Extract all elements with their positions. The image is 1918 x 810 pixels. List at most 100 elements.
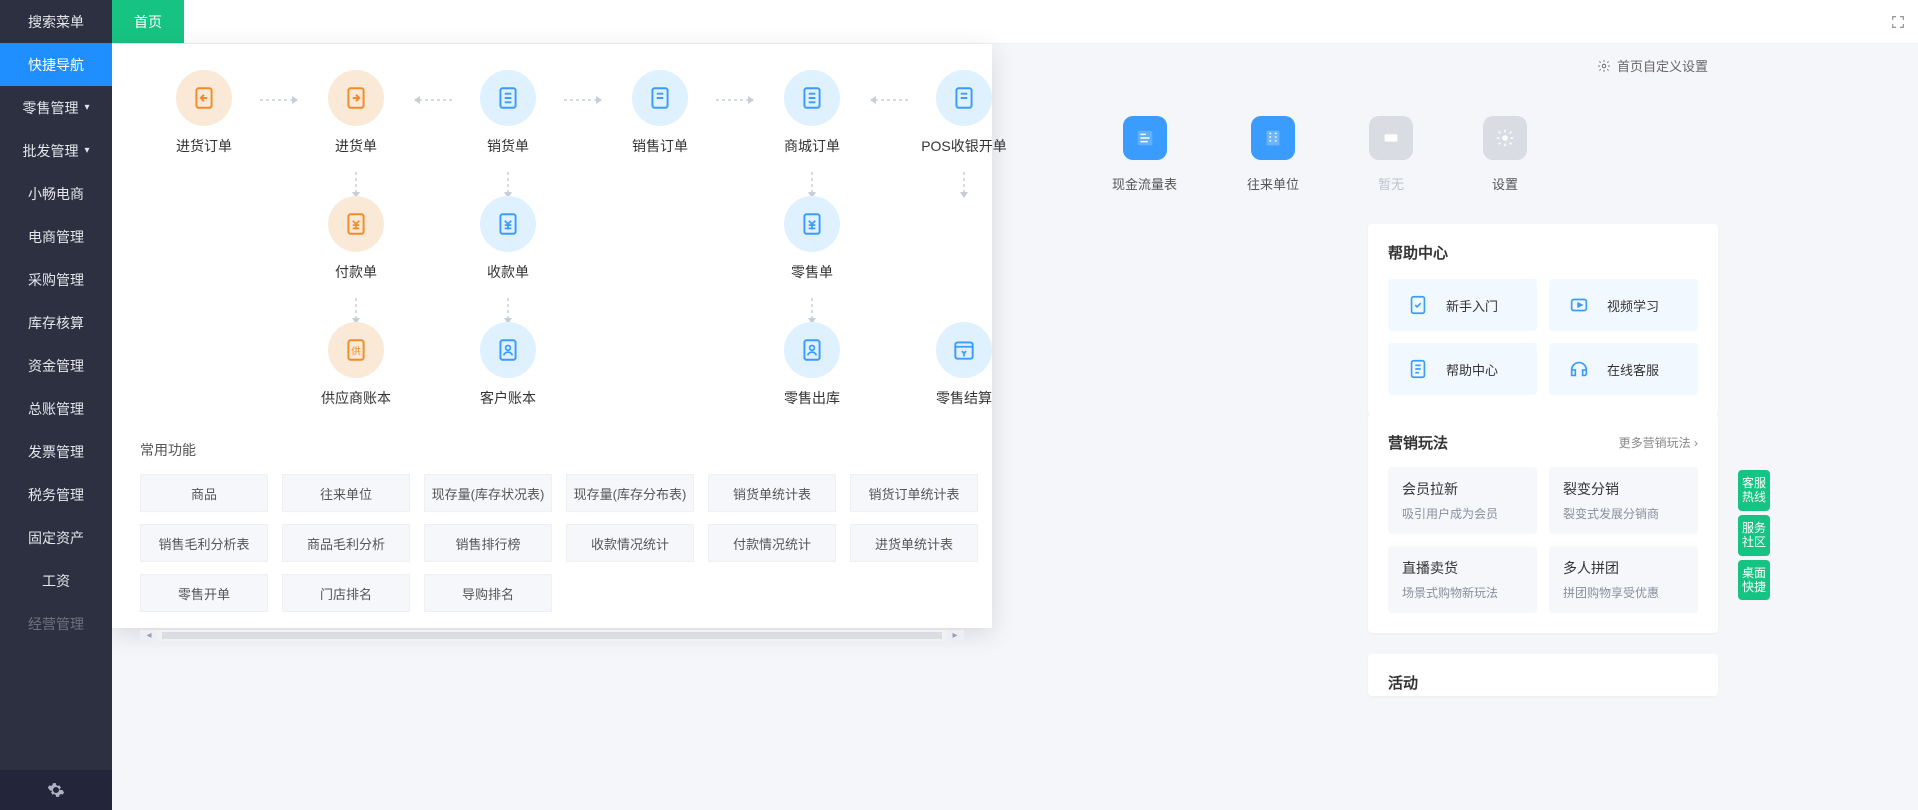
flow-label: 客户账本 [480, 388, 536, 408]
caret-down-icon: ▾ [84, 102, 89, 113]
sidebar-ledger[interactable]: 总账管理 [0, 387, 112, 430]
help-service[interactable]: 在线客服 [1549, 343, 1698, 395]
common-销货订单统计表[interactable]: 销货订单统计表 [850, 474, 978, 512]
pill-hotline[interactable]: 客服热线 [1738, 470, 1770, 511]
common-导购排名[interactable]: 导购排名 [424, 574, 552, 612]
sidebar-inventory[interactable]: 库存核算 [0, 301, 112, 344]
quick-label: 现金流量表 [1112, 174, 1177, 193]
quicknav-flyout: 进货订单进货单销货单销售订单商城订单POS收银开单付款单收款单零售单供应商账本客… [112, 44, 992, 628]
flow-收款单[interactable]: 收款单 [444, 196, 572, 306]
pill-community[interactable]: 服务社区 [1738, 515, 1770, 556]
flow-label: 销货单 [487, 136, 529, 156]
sidebar-ops[interactable]: 经营管理 [0, 602, 112, 645]
help-newbie[interactable]: 新手入门 [1388, 279, 1537, 331]
ledger-icon [328, 322, 384, 378]
sidebar-tax[interactable]: 税务管理 [0, 473, 112, 516]
quick-cashflow[interactable]: 现金流量表 [1112, 116, 1177, 193]
sidebar-invoice[interactable]: 发票管理 [0, 430, 112, 473]
sidebar-fixed-asset[interactable]: 固定资产 [0, 516, 112, 559]
common-商品[interactable]: 商品 [140, 474, 268, 512]
common-付款情况统计[interactable]: 付款情况统计 [708, 524, 836, 562]
flow-零售单[interactable]: 零售单 [748, 196, 876, 306]
quick-empty[interactable]: 暂无 [1369, 116, 1413, 193]
sidebar-ecom[interactable]: 电商管理 [0, 215, 112, 258]
scroll-right-icon[interactable]: ▸ [946, 630, 964, 641]
sidebar-xc-ecom[interactable]: 小畅电商 [0, 172, 112, 215]
flow-icon [1123, 116, 1167, 160]
building-icon [1251, 116, 1295, 160]
money-icon [328, 196, 384, 252]
list-icon [480, 70, 536, 126]
help-title: 帮助中心 [1388, 242, 1698, 263]
fullscreen-button[interactable] [1878, 0, 1918, 43]
home-custom-settings[interactable]: 首页自定义设置 [1597, 56, 1708, 75]
flow-label: 进货订单 [176, 136, 232, 156]
headset-icon [1565, 355, 1593, 383]
sidebar-purchase[interactable]: 采购管理 [0, 258, 112, 301]
activity-title: 活动 [1388, 672, 1698, 693]
market-more[interactable]: 更多营销玩法 › [1619, 434, 1698, 451]
common-销货单统计表[interactable]: 销货单统计表 [708, 474, 836, 512]
quick-label: 设置 [1492, 174, 1518, 193]
activity-panel: 活动 [1368, 654, 1718, 696]
topbar: 首页 [112, 0, 1918, 44]
common-现存量(库存状况表)[interactable]: 现存量(库存状况表) [424, 474, 552, 512]
flow-POS收银开单[interactable]: POS收银开单 [900, 70, 1028, 180]
flow-零售结算[interactable]: 零售结算 [900, 322, 1028, 432]
market-live[interactable]: 直播卖货场景式购物新玩法 [1388, 546, 1537, 613]
flow-付款单[interactable]: 付款单 [292, 196, 420, 306]
market-fission[interactable]: 裂变分销裂变式发展分销商 [1549, 467, 1698, 534]
person-doc-icon [480, 322, 536, 378]
common-零售开单[interactable]: 零售开单 [140, 574, 268, 612]
sidebar-search[interactable]: 搜索菜单 [0, 0, 112, 43]
common-往来单位[interactable]: 往来单位 [282, 474, 410, 512]
tab-home[interactable]: 首页 [112, 0, 184, 43]
common-销售排行榜[interactable]: 销售排行榜 [424, 524, 552, 562]
flow-label: 销售订单 [632, 136, 688, 156]
quick-partner[interactable]: 往来单位 [1247, 116, 1299, 193]
money-icon [480, 196, 536, 252]
quick-label: 往来单位 [1247, 174, 1299, 193]
sidebar-quicknav[interactable]: 快捷导航 [0, 43, 112, 86]
market-panel: 营销玩法 更多营销玩法 › 会员拉新吸引用户成为会员 裂变分销裂变式发展分销商 … [1368, 414, 1718, 633]
flow-客户账本[interactable]: 客户账本 [444, 322, 572, 432]
flow-销货单[interactable]: 销货单 [444, 70, 572, 180]
flow-商城订单[interactable]: 商城订单 [748, 70, 876, 180]
sidebar: 搜索菜单 快捷导航 零售管理▾ 批发管理▾ 小畅电商 电商管理 采购管理 库存核… [0, 0, 112, 810]
sidebar-funds[interactable]: 资金管理 [0, 344, 112, 387]
flow-供应商账本[interactable]: 供应商账本 [292, 322, 420, 432]
sidebar-retail[interactable]: 零售管理▾ [0, 86, 112, 129]
pill-shortcut[interactable]: 桌面快捷 [1738, 560, 1770, 601]
flow-label: 收款单 [487, 262, 529, 282]
scroll-left-icon[interactable]: ◂ [140, 630, 158, 641]
market-group[interactable]: 多人拼团拼团购物享受优惠 [1549, 546, 1698, 613]
common-进货单统计表[interactable]: 进货单统计表 [850, 524, 978, 562]
quick-label: 暂无 [1378, 174, 1404, 193]
common-grid: 商品往来单位现存量(库存状况表)现存量(库存分布表)销货单统计表销货订单统计表销… [140, 474, 964, 612]
scroll-thumb[interactable] [162, 632, 942, 639]
doc-out-icon [328, 70, 384, 126]
common-收款情况统计[interactable]: 收款情况统计 [566, 524, 694, 562]
list-icon [784, 70, 840, 126]
market-member[interactable]: 会员拉新吸引用户成为会员 [1388, 467, 1537, 534]
doc-lines-icon [1404, 355, 1432, 383]
help-center[interactable]: 帮助中心 [1388, 343, 1537, 395]
video-icon [1565, 291, 1593, 319]
flow-零售出库[interactable]: 零售出库 [748, 322, 876, 432]
common-商品毛利分析[interactable]: 商品毛利分析 [282, 524, 410, 562]
flow-销售订单[interactable]: 销售订单 [596, 70, 724, 180]
flow-label: 零售出库 [784, 388, 840, 408]
common-门店排名[interactable]: 门店排名 [282, 574, 410, 612]
check-doc-icon [1404, 291, 1432, 319]
flow-进货单[interactable]: 进货单 [292, 70, 420, 180]
sidebar-wholesale[interactable]: 批发管理▾ [0, 129, 112, 172]
help-video[interactable]: 视频学习 [1549, 279, 1698, 331]
sidebar-settings[interactable] [0, 770, 112, 810]
common-销售毛利分析表[interactable]: 销售毛利分析表 [140, 524, 268, 562]
sidebar-salary[interactable]: 工资 [0, 559, 112, 602]
flow-label: 供应商账本 [321, 388, 391, 408]
quick-settings[interactable]: 设置 [1483, 116, 1527, 193]
flow-进货订单[interactable]: 进货订单 [140, 70, 268, 180]
flyout-scrollbar[interactable]: ◂ ▸ [140, 630, 964, 641]
common-现存量(库存分布表)[interactable]: 现存量(库存分布表) [566, 474, 694, 512]
